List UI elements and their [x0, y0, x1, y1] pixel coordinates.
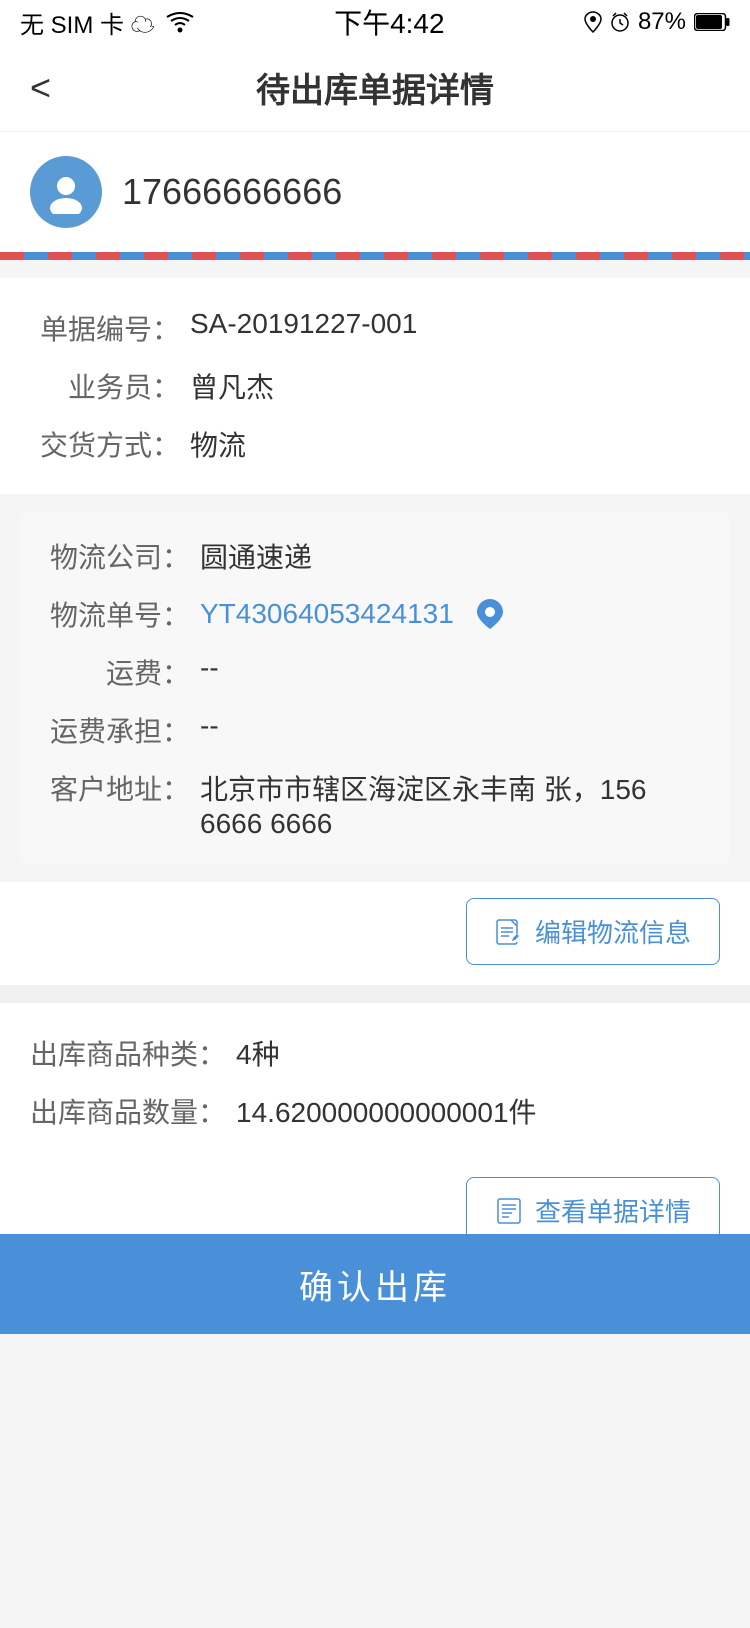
- product-quantity-label: 出库商品数量：: [30, 1091, 236, 1131]
- edit-logistics-label: 编辑物流信息: [535, 913, 691, 950]
- logistics-company-row: 物流公司： 圆通速递: [40, 536, 710, 576]
- page-title: 待出库单据详情: [256, 63, 494, 112]
- battery-icon: [694, 13, 730, 31]
- freight-row: 运费： --: [40, 652, 710, 692]
- product-types-label: 出库商品种类：: [30, 1033, 236, 1073]
- edit-btn-row: 编辑物流信息: [0, 882, 750, 985]
- freight-bear-label: 运费承担：: [40, 710, 200, 750]
- salesperson-label: 业务员：: [30, 366, 190, 406]
- order-no-row: 单据编号： SA-20191227-001: [30, 308, 720, 348]
- battery-text: 87%: [638, 8, 686, 36]
- salesperson-value: 曾凡杰: [190, 366, 720, 406]
- view-detail-label: 查看单据详情: [535, 1192, 691, 1229]
- edit-icon: [495, 918, 523, 946]
- product-quantity-row: 出库商品数量： 14.620000000000001件: [30, 1091, 720, 1131]
- edit-logistics-button[interactable]: 编辑物流信息: [466, 898, 720, 965]
- status-bar: 无 SIM 卡 ☁ 下午4:42 87%: [0, 0, 750, 44]
- tracking-no-value: YT43064053424131: [200, 598, 454, 630]
- tracking-no-label: 物流单号：: [40, 594, 200, 634]
- product-types-row: 出库商品种类： 4种: [30, 1033, 720, 1073]
- base-info-section: 单据编号： SA-20191227-001 业务员： 曾凡杰 交货方式： 物流: [0, 278, 750, 494]
- document-icon: [495, 1197, 523, 1225]
- delivery-method-row: 交货方式： 物流: [30, 424, 720, 464]
- freight-bear-value: --: [200, 710, 710, 742]
- freight-bear-row: 运费承担： --: [40, 710, 710, 750]
- status-time: 下午4:42: [334, 2, 445, 42]
- confirm-btn-label: 确认出库: [299, 1260, 451, 1309]
- location-active-icon: [584, 11, 602, 33]
- dashed-divider: [0, 252, 750, 260]
- back-button[interactable]: <: [30, 67, 51, 109]
- user-icon: [44, 170, 88, 214]
- salesperson-row: 业务员： 曾凡杰: [30, 366, 720, 406]
- logistics-card: 物流公司： 圆通速递 物流单号： YT43064053424131 运费： --…: [20, 512, 730, 864]
- logistics-company-label: 物流公司：: [40, 536, 200, 576]
- confirm-bar[interactable]: 确认出库: [0, 1234, 750, 1334]
- address-value: 北京市市辖区海淀区永丰南 张，156 6666 6666: [200, 768, 710, 840]
- avatar: [30, 156, 102, 228]
- status-right: 87%: [584, 8, 730, 36]
- map-pin-icon[interactable]: [470, 594, 510, 634]
- customer-header: 17666666666: [0, 132, 750, 252]
- tracking-no-row: 物流单号： YT43064053424131: [40, 594, 710, 634]
- order-no-label: 单据编号：: [30, 308, 190, 348]
- address-label: 客户地址：: [40, 768, 200, 808]
- logistics-company-value: 圆通速递: [200, 536, 710, 576]
- alarm-icon: [610, 11, 630, 33]
- wifi-icon: [165, 11, 195, 33]
- order-no-value: SA-20191227-001: [190, 308, 720, 340]
- product-quantity-value: 14.620000000000001件: [236, 1091, 720, 1131]
- product-info-section: 出库商品种类： 4种 出库商品数量： 14.620000000000001件: [0, 1003, 750, 1161]
- delivery-method-value: 物流: [190, 424, 720, 464]
- customer-phone: 17666666666: [122, 171, 342, 213]
- delivery-method-label: 交货方式：: [30, 424, 190, 464]
- section-divider: [0, 985, 750, 1003]
- nav-bar: < 待出库单据详情: [0, 44, 750, 132]
- tracking-no-row-value: YT43064053424131: [200, 594, 510, 634]
- freight-value: --: [200, 652, 710, 684]
- signal-text: 无 SIM 卡 ☁: [20, 5, 155, 40]
- product-types-value: 4种: [236, 1033, 720, 1073]
- freight-label: 运费：: [40, 652, 200, 692]
- status-left: 无 SIM 卡 ☁: [20, 5, 195, 40]
- address-row: 客户地址： 北京市市辖区海淀区永丰南 张，156 6666 6666: [40, 768, 710, 840]
